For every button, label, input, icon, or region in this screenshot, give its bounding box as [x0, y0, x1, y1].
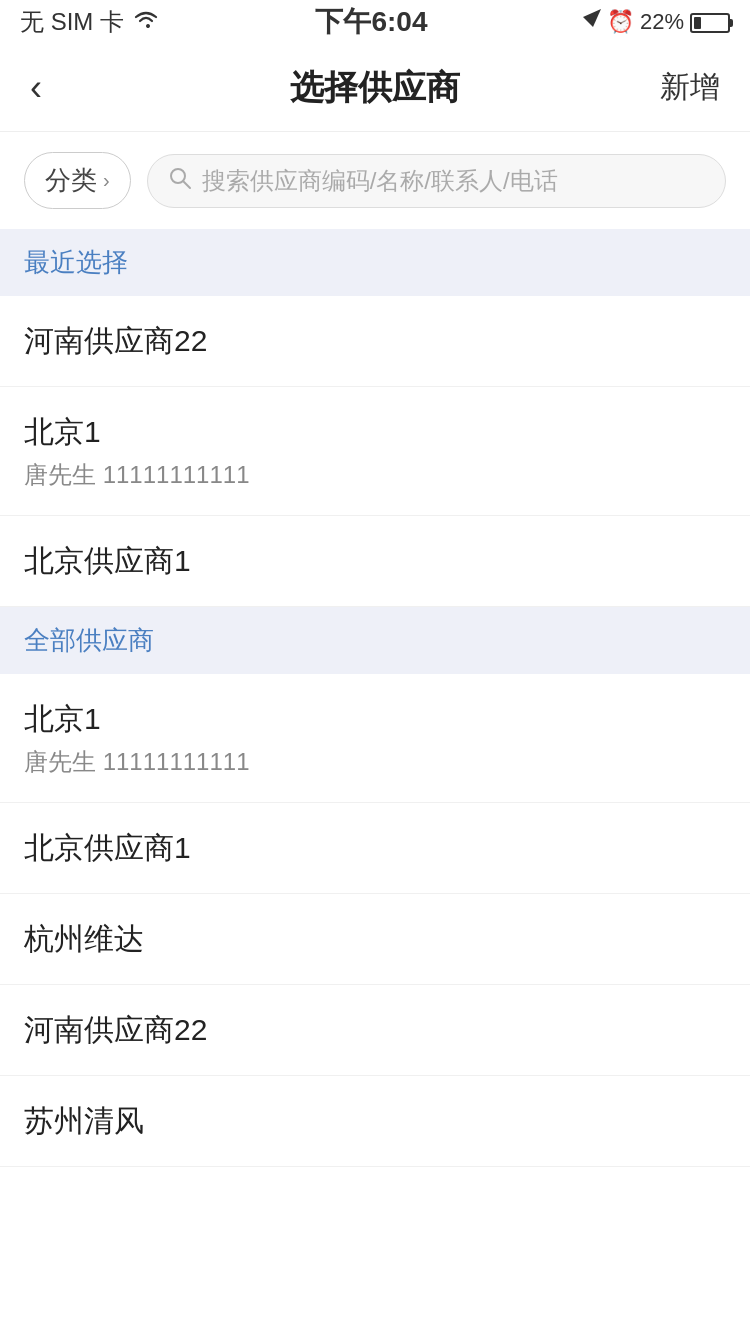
- back-button[interactable]: ‹: [30, 67, 90, 109]
- recent-list: 河南供应商22 北京1 唐先生 11111111111 北京供应商1: [0, 296, 750, 607]
- filter-bar: 分类 › 搜索供应商编码/名称/联系人/电话: [0, 132, 750, 229]
- battery-icon: [690, 9, 730, 35]
- search-icon: [168, 166, 192, 196]
- item-name: 北京1: [24, 411, 726, 453]
- all-section-header: 全部供应商: [0, 607, 750, 674]
- category-label: 分类: [45, 163, 97, 198]
- svg-line-2: [183, 181, 190, 188]
- list-item[interactable]: 杭州维达: [0, 894, 750, 985]
- chevron-right-icon: ›: [103, 169, 110, 192]
- sim-status: 无 SIM 卡: [20, 6, 124, 38]
- status-left: 无 SIM 卡: [20, 6, 160, 38]
- item-name: 北京1: [24, 698, 726, 740]
- page-title: 选择供应商: [290, 65, 460, 111]
- item-name: 苏州清风: [24, 1100, 726, 1142]
- item-name: 北京供应商1: [24, 540, 726, 582]
- alarm-icon: ⏰: [607, 9, 634, 35]
- list-item[interactable]: 北京供应商1: [0, 516, 750, 607]
- item-sub: 唐先生 11111111111: [24, 746, 726, 778]
- location-icon: [583, 9, 601, 35]
- list-item[interactable]: 苏州清风: [0, 1076, 750, 1167]
- wifi-icon: [132, 8, 160, 36]
- all-list: 北京1 唐先生 11111111111 北京供应商1 杭州维达 河南供应商22 …: [0, 674, 750, 1167]
- item-name: 北京供应商1: [24, 827, 726, 869]
- list-item[interactable]: 北京1 唐先生 11111111111: [0, 387, 750, 516]
- list-item[interactable]: 河南供应商22: [0, 296, 750, 387]
- category-filter[interactable]: 分类 ›: [24, 152, 131, 209]
- list-item[interactable]: 河南供应商22: [0, 985, 750, 1076]
- svg-marker-0: [583, 9, 601, 27]
- list-item[interactable]: 北京供应商1: [0, 803, 750, 894]
- battery-percent: 22%: [640, 9, 684, 35]
- item-sub: 唐先生 11111111111: [24, 459, 726, 491]
- item-name: 河南供应商22: [24, 1009, 726, 1051]
- list-item[interactable]: 北京1 唐先生 11111111111: [0, 674, 750, 803]
- item-name: 河南供应商22: [24, 320, 726, 362]
- status-right: ⏰ 22%: [583, 9, 730, 35]
- status-bar: 无 SIM 卡 下午6:04 ⏰ 22%: [0, 0, 750, 44]
- add-button[interactable]: 新增: [660, 67, 720, 108]
- status-time: 下午6:04: [315, 3, 427, 41]
- search-input-box[interactable]: 搜索供应商编码/名称/联系人/电话: [147, 154, 726, 208]
- item-name: 杭州维达: [24, 918, 726, 960]
- recent-section-header: 最近选择: [0, 229, 750, 296]
- search-placeholder: 搜索供应商编码/名称/联系人/电话: [202, 165, 558, 197]
- nav-bar: ‹ 选择供应商 新增: [0, 44, 750, 132]
